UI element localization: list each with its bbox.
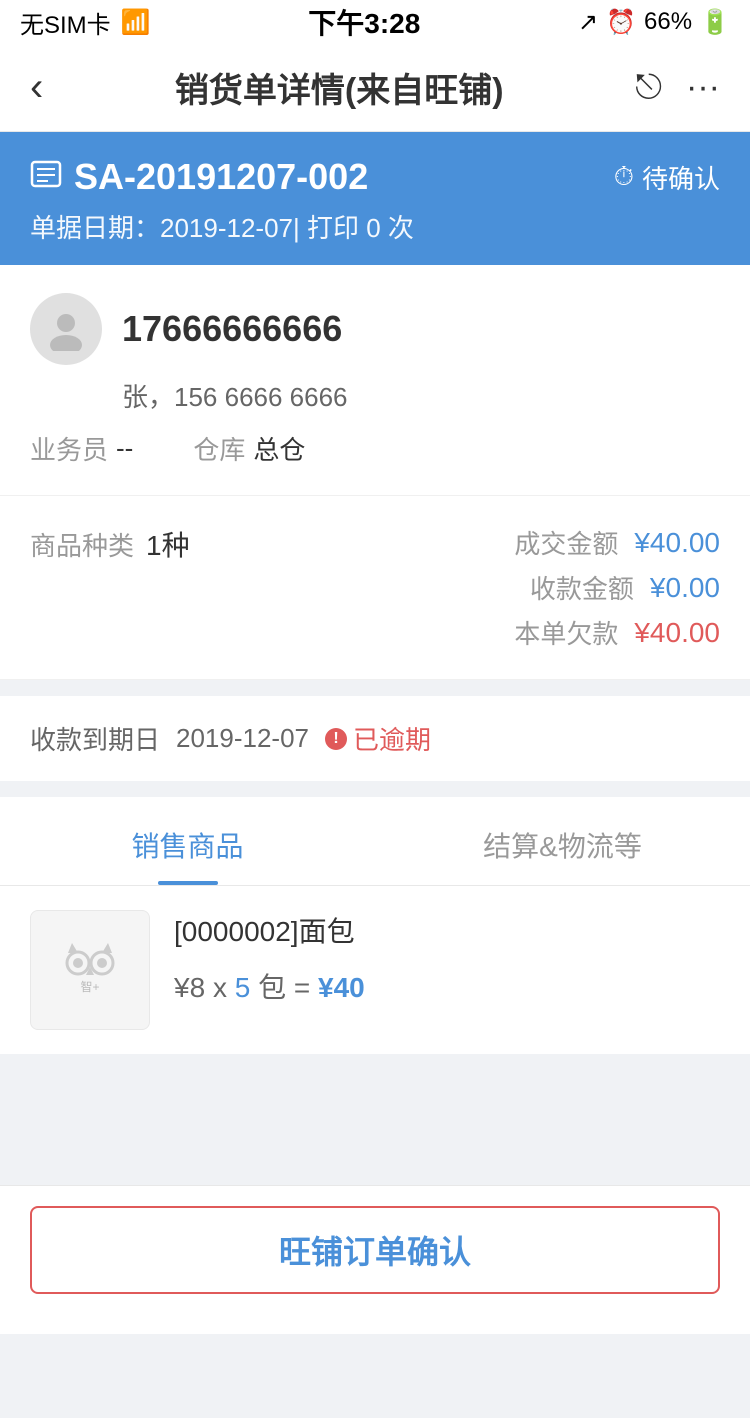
price-value: ¥8 <box>174 972 205 1003</box>
back-button[interactable]: ‹ <box>30 65 43 110</box>
alarm-icon: ⏰ <box>606 8 636 37</box>
customer-section: 17666666666 张，156 6666 6666 业务员 -- 仓库 总仓 <box>0 265 750 496</box>
summary-section: 商品种类 1种 成交金额 ¥40.00 收款金额 ¥0.00 本单欠款 ¥40.… <box>0 496 750 680</box>
transaction-amount-value: ¥40.00 <box>634 527 720 559</box>
battery-text: 66% <box>644 8 692 36</box>
received-amount-row: 收款金额 ¥0.00 <box>530 569 720 606</box>
transaction-amount-label: 成交金额 <box>514 524 618 561</box>
customer-name: 张，156 6666 6666 <box>30 377 720 414</box>
page-title: 销货单详情(来自旺铺) <box>175 63 504 112</box>
product-item: 智+ [0000002]面包 ¥8 x 5 包 = ¥40 <box>0 886 750 1054</box>
equals-sign: = <box>294 972 318 1003</box>
order-id-text: SA-20191207-002 <box>74 156 368 198</box>
goods-type-value: 1种 <box>146 524 190 564</box>
tab-goods[interactable]: 销售商品 <box>0 797 375 885</box>
transaction-amount-row: 成交金额 ¥40.00 <box>514 524 720 561</box>
nav-bar: ‹ 销货单详情(来自旺铺) ⎋ ··· <box>0 44 750 132</box>
status-icons: ↗ ⏰ 66% 🔋 <box>578 8 730 37</box>
bottom-bar: 旺铺订单确认 <box>0 1185 750 1334</box>
sales-meta: 业务员 -- <box>30 430 133 467</box>
status-text: 待确认 <box>642 159 720 196</box>
order-icon <box>30 159 62 196</box>
overdue-badge: ! 已逾期 <box>325 720 431 757</box>
confirm-button[interactable]: 旺铺订单确认 <box>30 1206 720 1294</box>
received-label: 收款金额 <box>530 569 634 606</box>
goods-type: 商品种类 1种 <box>30 524 190 564</box>
due-date-section: 收款到期日 2019-12-07 ! 已逾期 <box>0 696 750 781</box>
order-date: 单据日期：2019-12-07| 打印 0 次 <box>30 208 720 245</box>
customer-meta: 业务员 -- 仓库 总仓 <box>30 430 720 467</box>
location-icon: ↗ <box>578 8 598 37</box>
battery-icon: 🔋 <box>700 8 730 37</box>
received-value: ¥0.00 <box>650 572 720 604</box>
owed-label: 本单欠款 <box>514 614 618 651</box>
product-thumbnail: 智+ <box>30 910 150 1030</box>
nav-actions: ⎋ ··· <box>635 68 720 107</box>
share-button[interactable]: ⎋ <box>635 68 662 107</box>
product-price: ¥8 x 5 包 = ¥40 <box>174 966 720 1006</box>
svg-text:智+: 智+ <box>80 979 99 994</box>
status-carrier: 无SIM卡 📶 <box>20 5 151 40</box>
tab-bar: 销售商品 结算&物流等 <box>0 797 750 886</box>
order-header-card: SA-20191207-002 ⏱ 待确认 单据日期：2019-12-07| 打… <box>0 132 750 265</box>
overdue-text: 已逾期 <box>353 720 431 757</box>
product-info: [0000002]面包 ¥8 x 5 包 = ¥40 <box>174 910 720 1006</box>
due-date-value: 2019-12-07 <box>176 723 309 754</box>
owed-amount-row: 本单欠款 ¥40.00 <box>514 614 720 651</box>
order-status: ⏱ 待确认 <box>614 159 720 196</box>
sales-label: 业务员 <box>30 430 108 467</box>
amounts: 成交金额 ¥40.00 收款金额 ¥0.00 本单欠款 ¥40.00 <box>514 524 720 651</box>
carrier-text: 无SIM卡 <box>20 5 111 40</box>
product-qty: 5 <box>235 972 251 1003</box>
goods-type-label: 商品种类 <box>30 526 134 563</box>
avatar <box>30 293 102 365</box>
status-time: 下午3:28 <box>308 2 420 42</box>
product-name: [0000002]面包 <box>174 910 720 950</box>
more-button[interactable]: ··· <box>686 68 720 107</box>
customer-phone: 17666666666 <box>122 308 342 350</box>
unit: 包 <box>258 972 286 1003</box>
sales-value: -- <box>116 433 133 464</box>
owed-value: ¥40.00 <box>634 617 720 649</box>
order-id: SA-20191207-002 <box>30 156 368 198</box>
warehouse-label: 仓库 <box>193 430 245 467</box>
overdue-icon: ! <box>325 728 347 750</box>
warehouse-meta: 仓库 总仓 <box>193 430 305 467</box>
tab-settle[interactable]: 结算&物流等 <box>375 797 750 885</box>
wifi-icon: 📶 <box>121 8 151 37</box>
status-bar: 无SIM卡 📶 下午3:28 ↗ ⏰ 66% 🔋 <box>0 0 750 44</box>
status-clock-icon: ⏱ <box>614 161 634 193</box>
due-date-label: 收款到期日 <box>30 720 160 757</box>
product-total: ¥40 <box>318 972 365 1003</box>
warehouse-value: 总仓 <box>253 430 305 467</box>
multiply-sign: x <box>213 972 235 1003</box>
